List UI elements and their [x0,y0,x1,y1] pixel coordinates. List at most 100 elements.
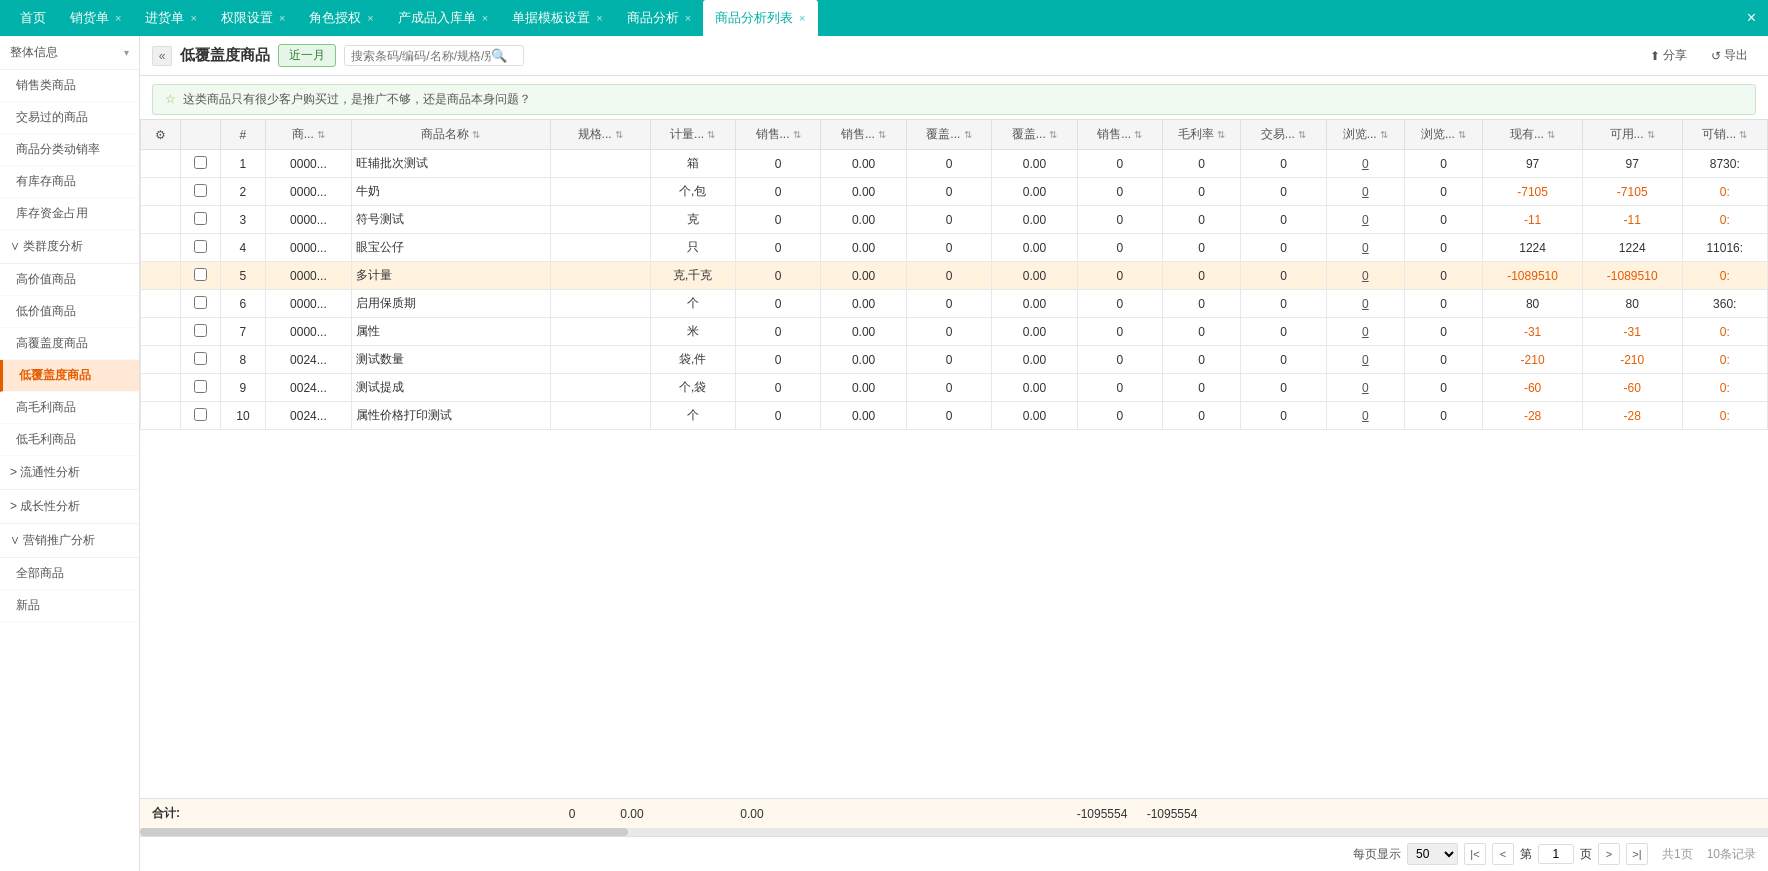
col-code[interactable]: 商... ⇅ [266,120,351,150]
search-input[interactable] [351,49,491,63]
sidebar-item-high-coverage[interactable]: 高覆盖度商品 [0,328,139,360]
table-cell: 0.00 [992,374,1077,402]
time-filter-button[interactable]: 近一月 [278,44,336,67]
sidebar-item-sales-goods[interactable]: 销售类商品 [0,70,139,102]
sidebar-group-liquidity[interactable]: > 流通性分析 [0,456,139,490]
sidebar-item-category-rate[interactable]: 商品分类动销率 [0,134,139,166]
sidebar-item-traded-goods[interactable]: 交易过的商品 [0,102,139,134]
nav-product-analysis[interactable]: 商品分析 × [615,0,703,36]
nav-home[interactable]: 首页 [8,0,58,36]
table-cell: 0 [735,262,820,290]
table-cell[interactable] [180,318,220,346]
search-box: 🔍 [344,45,524,66]
table-cell[interactable] [141,206,181,234]
table-cell[interactable] [180,290,220,318]
table-cell[interactable] [180,402,220,430]
nav-finished-goods[interactable]: 产成品入库单 × [386,0,500,36]
close-icon[interactable]: × [799,12,805,24]
table-cell[interactable] [180,346,220,374]
col-stock3[interactable]: 可销... ⇅ [1682,120,1767,150]
col-trade[interactable]: 交易... ⇅ [1241,120,1326,150]
col-browse2[interactable]: 浏览... ⇅ [1404,120,1482,150]
sidebar-item-high-margin[interactable]: 高毛利商品 [0,392,139,424]
sidebar-group-cluster[interactable]: ∨ 类群度分析 [0,230,139,264]
table-cell[interactable] [141,374,181,402]
col-spec[interactable]: 规格... ⇅ [550,120,650,150]
window-close-button[interactable]: × [1743,5,1760,31]
sidebar-item-high-value[interactable]: 高价值商品 [0,264,139,296]
table-row: 90024...测试提成个,袋00.0000.0000000-60-600: [141,374,1768,402]
table-cell[interactable] [180,150,220,178]
close-icon[interactable]: × [482,12,488,24]
table-cell[interactable] [141,262,181,290]
nav-role-auth[interactable]: 角色授权 × [297,0,385,36]
table-cell: 7 [220,318,266,346]
col-settings[interactable]: ⚙ [141,120,181,150]
sidebar-item-low-value[interactable]: 低价值商品 [0,296,139,328]
col-name[interactable]: 商品名称 ⇅ [351,120,550,150]
table-cell: 5 [220,262,266,290]
table-cell[interactable] [141,150,181,178]
col-stock2[interactable]: 可用... ⇅ [1582,120,1682,150]
table-cell: 0.00 [821,262,906,290]
col-browse1[interactable]: 浏览... ⇅ [1326,120,1404,150]
sidebar-item-all-goods[interactable]: 全部商品 [0,558,139,590]
table-cell[interactable] [141,346,181,374]
table-cell[interactable] [141,178,181,206]
table-cell: 80 [1582,290,1682,318]
close-icon[interactable]: × [367,12,373,24]
nav-permission-settings[interactable]: 权限设置 × [209,0,297,36]
table-container[interactable]: ⚙ # 商... ⇅ 商品名称 ⇅ 规格... ⇅ 计量... ⇅ 销售... … [140,119,1768,798]
nav-purchase-order[interactable]: 进货单 × [133,0,208,36]
first-page-button[interactable]: |< [1464,843,1486,865]
col-sale-count[interactable]: 销售... ⇅ [735,120,820,150]
search-icon[interactable]: 🔍 [491,48,507,63]
table-cell[interactable] [180,262,220,290]
nav-product-analysis-list[interactable]: 商品分析列表 × [703,0,817,36]
col-unit[interactable]: 计量... ⇅ [650,120,735,150]
sidebar-group-growth[interactable]: > 成长性分析 [0,490,139,524]
close-icon[interactable]: × [115,12,121,24]
content-area: « 低覆盖度商品 近一月 🔍 ⬆ 分享 ↺ 导出 ☆ 这类商品只有很少客户购买过… [140,36,1768,871]
col-cover2[interactable]: 覆盖... ⇅ [992,120,1077,150]
table-cell[interactable] [180,178,220,206]
col-margin[interactable]: 毛利率 ⇅ [1163,120,1241,150]
table-cell[interactable] [141,290,181,318]
table-cell[interactable] [180,206,220,234]
col-cover1[interactable]: 覆盖... ⇅ [906,120,991,150]
close-icon[interactable]: × [279,12,285,24]
nav-template-settings[interactable]: 单据模板设置 × [500,0,614,36]
nav-sales-order[interactable]: 销货单 × [58,0,133,36]
col-stock1[interactable]: 现有... ⇅ [1483,120,1583,150]
page-number-input[interactable] [1538,844,1574,864]
close-icon[interactable]: × [596,12,602,24]
col-sale-amount[interactable]: 销售... ⇅ [821,120,906,150]
table-cell[interactable] [180,374,220,402]
sidebar-item-low-coverage[interactable]: 低覆盖度商品 [0,360,139,392]
table-cell[interactable] [180,234,220,262]
table-cell [550,234,650,262]
page-size-select[interactable]: 50 100 200 [1407,843,1458,865]
table-cell[interactable] [141,318,181,346]
sidebar-group-marketing[interactable]: ∨ 营销推广分析 [0,524,139,558]
prev-page-button[interactable]: < [1492,843,1514,865]
col-sale3[interactable]: 销售... ⇅ [1077,120,1162,150]
last-page-button[interactable]: >| [1626,843,1648,865]
sidebar-collapse-button[interactable]: « [152,46,172,66]
sidebar-item-in-stock[interactable]: 有库存商品 [0,166,139,198]
table-cell: 0 [1163,346,1241,374]
sidebar-item-new-goods[interactable]: 新品 [0,590,139,622]
next-page-button[interactable]: > [1598,843,1620,865]
close-icon[interactable]: × [190,12,196,24]
table-cell: 0 [1404,318,1482,346]
sidebar-group-overall[interactable]: 整体信息 ▾ [0,36,139,70]
sidebar-item-capital[interactable]: 库存资金占用 [0,198,139,230]
share-button[interactable]: ⬆ 分享 [1642,44,1695,67]
table-cell: 符号测试 [351,206,550,234]
close-icon[interactable]: × [685,12,691,24]
sidebar-item-low-margin[interactable]: 低毛利商品 [0,424,139,456]
export-button[interactable]: ↺ 导出 [1703,44,1756,67]
horizontal-scrollbar[interactable] [140,828,1768,836]
table-cell[interactable] [141,402,181,430]
table-cell[interactable] [141,234,181,262]
